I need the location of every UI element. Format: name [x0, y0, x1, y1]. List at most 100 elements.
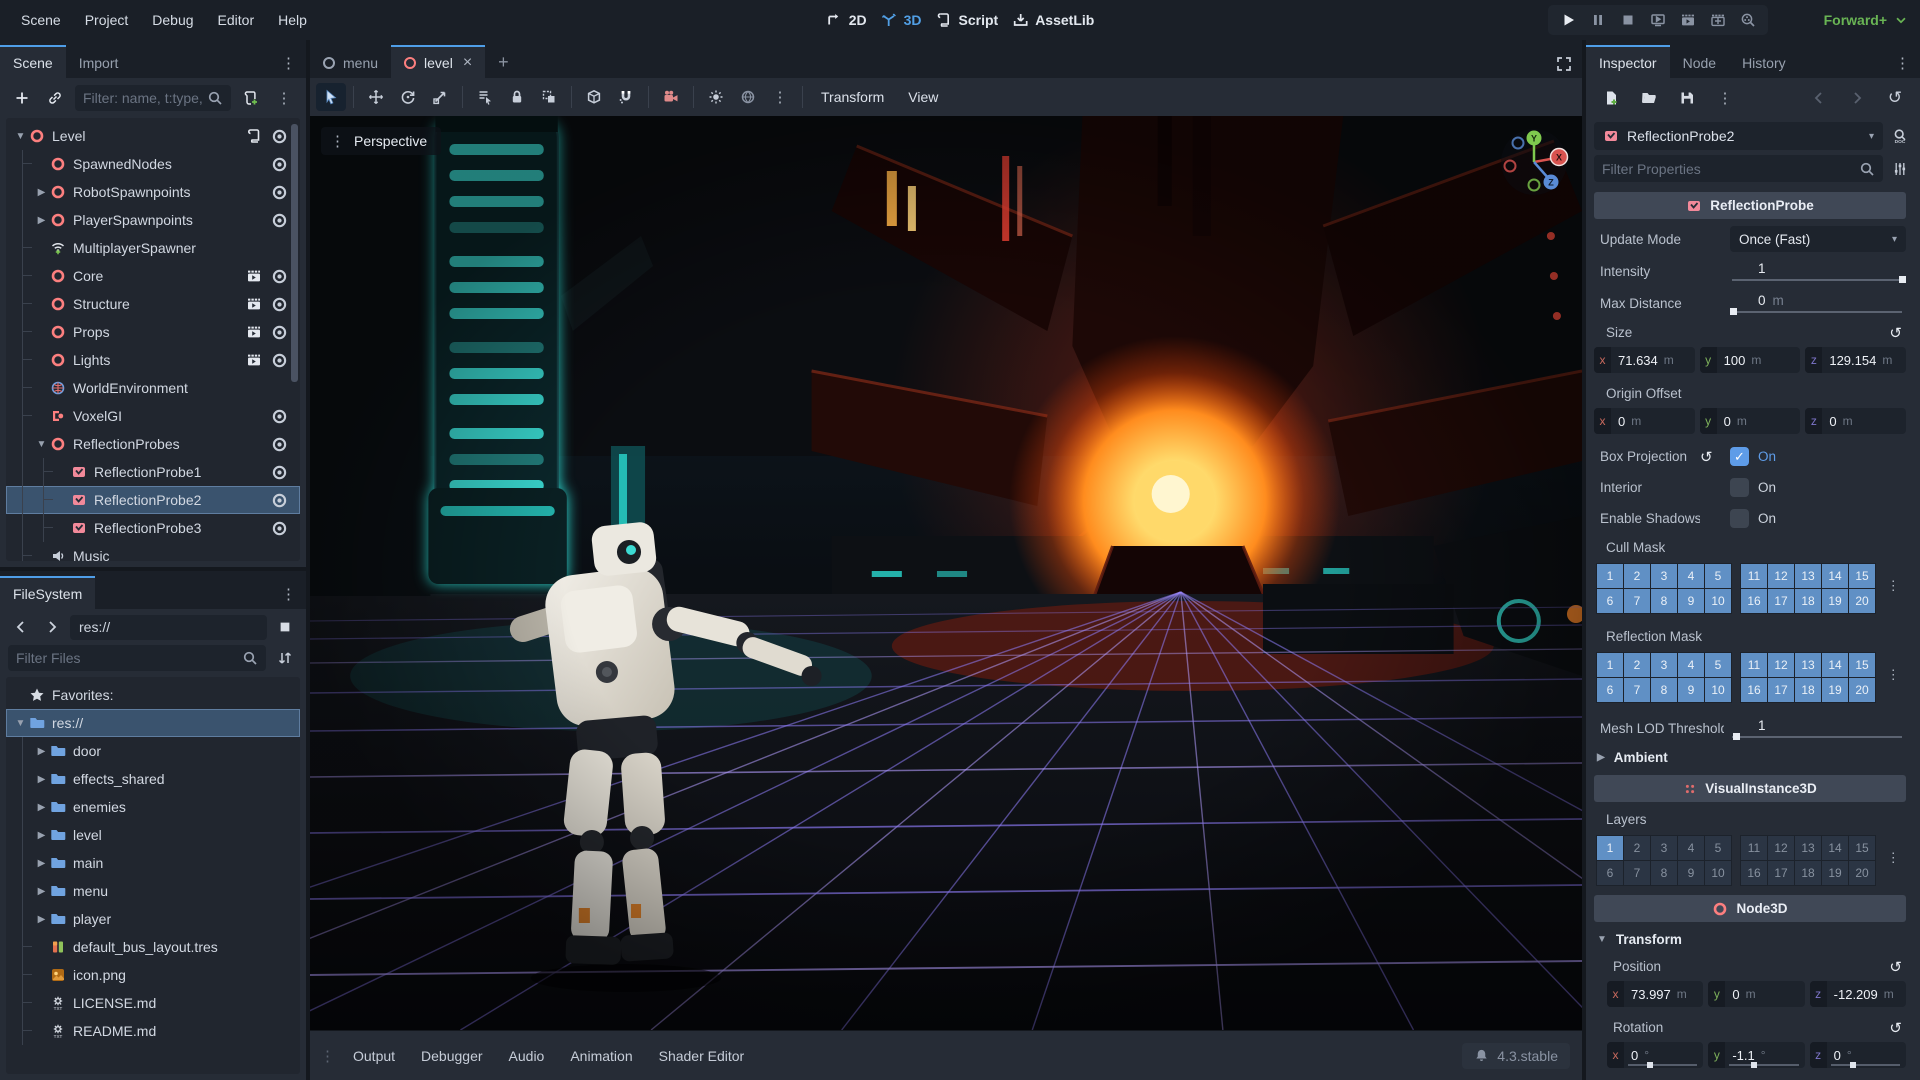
- visibility-eye-icon[interactable]: [271, 492, 288, 509]
- slider-handle[interactable]: [1899, 275, 1906, 283]
- filesystem-row[interactable]: ▶ enemies: [6, 793, 300, 821]
- instanced-scene-icon[interactable]: [246, 296, 262, 312]
- bottom-panel-debugger[interactable]: Debugger: [409, 1041, 495, 1071]
- menu-scene[interactable]: Scene: [10, 7, 72, 33]
- movie-writer-button[interactable]: [1735, 7, 1761, 33]
- fs-path-field[interactable]: res://: [70, 614, 267, 640]
- reflection_mask-bit-13[interactable]: 13: [1794, 652, 1822, 678]
- expander-icon[interactable]: ▼: [12, 131, 29, 142]
- menu-project[interactable]: Project: [74, 7, 140, 33]
- scene-tree-row[interactable]: SpawnedNodes: [6, 150, 300, 178]
- revert-icon[interactable]: ↺: [1889, 1019, 1906, 1037]
- resource-menu-button[interactable]: ⋮: [1712, 85, 1738, 111]
- visibility-eye-icon[interactable]: [271, 352, 288, 369]
- scene-tree-row[interactable]: ReflectionProbe1: [6, 458, 300, 486]
- layers-bit-20[interactable]: 20: [1848, 860, 1876, 886]
- cull_mask-bit-15[interactable]: 15: [1848, 563, 1876, 589]
- layers-bit-3[interactable]: 3: [1650, 835, 1678, 861]
- visibility-eye-icon[interactable]: [271, 156, 288, 173]
- rotation-y-spinbox[interactable]: y -1.1 °: [1708, 1042, 1805, 1068]
- history-forward-button[interactable]: [1844, 85, 1870, 111]
- cull_mask-bit-7[interactable]: 7: [1623, 588, 1651, 614]
- dots-vertical-icon[interactable]: ⋮: [1887, 653, 1907, 683]
- tab-scene[interactable]: Scene: [0, 45, 66, 78]
- layers-bit-5[interactable]: 5: [1704, 835, 1732, 861]
- reflection_mask-bit-8[interactable]: 8: [1650, 677, 1678, 703]
- reflection_mask-bit-11[interactable]: 11: [1740, 652, 1768, 678]
- history-list-button[interactable]: ↺: [1882, 85, 1908, 111]
- scene-tree-row[interactable]: Structure: [6, 290, 300, 318]
- play-remote-button[interactable]: [1645, 7, 1671, 33]
- interior-checkbox[interactable]: [1730, 478, 1749, 497]
- dots-vertical-icon[interactable]: ⋮: [281, 54, 296, 72]
- bottom-panel-output[interactable]: Output: [341, 1041, 407, 1071]
- bottom-panel-shader-editor[interactable]: Shader Editor: [647, 1041, 757, 1071]
- dots-vertical-icon[interactable]: ⋮: [1887, 564, 1907, 594]
- renderer-selector[interactable]: Forward+: [1824, 12, 1908, 28]
- history-back-button[interactable]: [1806, 85, 1832, 111]
- bottom-panel-audio[interactable]: Audio: [497, 1041, 557, 1071]
- expand-viewport-icon[interactable]: [1556, 56, 1572, 72]
- layers-bit-9[interactable]: 9: [1677, 860, 1705, 886]
- reflection_mask-bit-2[interactable]: 2: [1623, 652, 1651, 678]
- preview-environment-toggle[interactable]: [733, 83, 763, 111]
- attach-script-button[interactable]: [238, 85, 264, 111]
- filesystem-row[interactable]: TXT LICENSE.md: [6, 989, 300, 1017]
- expander-icon[interactable]: ▶: [33, 774, 50, 785]
- cull_mask-bit-11[interactable]: 11: [1740, 563, 1768, 589]
- scene-tab-menu[interactable]: menu: [310, 45, 391, 78]
- section-ambient[interactable]: ▶ Ambient: [1594, 744, 1906, 771]
- cull_mask-bit-6[interactable]: 6: [1596, 588, 1624, 614]
- scene-tree-row[interactable]: ▼ Level: [6, 122, 300, 150]
- instanced-scene-icon[interactable]: [246, 268, 262, 284]
- cull_mask-bit-16[interactable]: 16: [1740, 588, 1768, 614]
- inspector-tools-button[interactable]: [1886, 161, 1914, 177]
- 3d-viewport[interactable]: ⋮ Perspective X Y Z: [310, 116, 1582, 1030]
- switcher-2d[interactable]: 2D: [826, 12, 867, 28]
- expander-icon[interactable]: ▶: [33, 830, 50, 841]
- position-y-spinbox[interactable]: y0m: [1708, 981, 1805, 1007]
- add-node-button[interactable]: [9, 85, 35, 111]
- revert-icon[interactable]: ↺: [1889, 324, 1906, 342]
- mini-slider-handle[interactable]: [1750, 1062, 1757, 1068]
- preview-sun-toggle[interactable]: [701, 83, 731, 111]
- mini-slider-handle[interactable]: [1647, 1062, 1654, 1068]
- cull_mask-bit-13[interactable]: 13: [1794, 563, 1822, 589]
- reflection_mask-bit-1[interactable]: 1: [1596, 652, 1624, 678]
- reflection_mask-bit-5[interactable]: 5: [1704, 652, 1732, 678]
- origin_offset-y-spinbox[interactable]: y0m: [1699, 408, 1801, 434]
- layers-bit-12[interactable]: 12: [1767, 835, 1795, 861]
- layers-bit-16[interactable]: 16: [1740, 860, 1768, 886]
- update_mode-dropdown[interactable]: Once (Fast) ▾: [1730, 226, 1906, 252]
- version-button[interactable]: 4.3.stable: [1462, 1042, 1570, 1069]
- cull_mask-bit-3[interactable]: 3: [1650, 563, 1678, 589]
- expander-icon[interactable]: ▶: [33, 215, 50, 226]
- scene-tree-row[interactable]: Lights: [6, 346, 300, 374]
- list-select-tool[interactable]: [470, 83, 500, 111]
- camera-preview-toggle[interactable]: [656, 83, 686, 111]
- stop-button[interactable]: [1615, 7, 1641, 33]
- new-resource-button[interactable]: [1598, 85, 1624, 111]
- filesystem-row[interactable]: ▼ res://: [6, 709, 300, 737]
- cull_mask-bit-4[interactable]: 4: [1677, 563, 1705, 589]
- reflection_mask-bit-14[interactable]: 14: [1821, 652, 1849, 678]
- cull_mask-bit-14[interactable]: 14: [1821, 563, 1849, 589]
- move-tool[interactable]: [361, 83, 391, 111]
- tab-inspector[interactable]: Inspector: [1586, 45, 1670, 78]
- reflection_mask-bit-15[interactable]: 15: [1848, 652, 1876, 678]
- expander-icon[interactable]: ▶: [33, 746, 50, 757]
- layers-bit-19[interactable]: 19: [1821, 860, 1849, 886]
- scene-tree-row[interactable]: WorldEnvironment: [6, 374, 300, 402]
- visibility-eye-icon[interactable]: [271, 408, 288, 425]
- expander-icon[interactable]: ▶: [33, 802, 50, 813]
- instanced-scene-icon[interactable]: [246, 352, 262, 368]
- layers-bit-10[interactable]: 10: [1704, 860, 1732, 886]
- reflection_mask-bit-19[interactable]: 19: [1821, 677, 1849, 703]
- inspector-filter-input[interactable]: Filter Properties: [1594, 155, 1883, 182]
- projection-menu[interactable]: ⋮ Perspective: [321, 127, 442, 155]
- pause-button[interactable]: [1585, 7, 1611, 33]
- mesh_lod-slider[interactable]: 1: [1730, 715, 1906, 742]
- cull_mask-bit-9[interactable]: 9: [1677, 588, 1705, 614]
- tab-history[interactable]: History: [1729, 45, 1799, 78]
- dots-vertical-icon[interactable]: ⋮: [281, 585, 296, 603]
